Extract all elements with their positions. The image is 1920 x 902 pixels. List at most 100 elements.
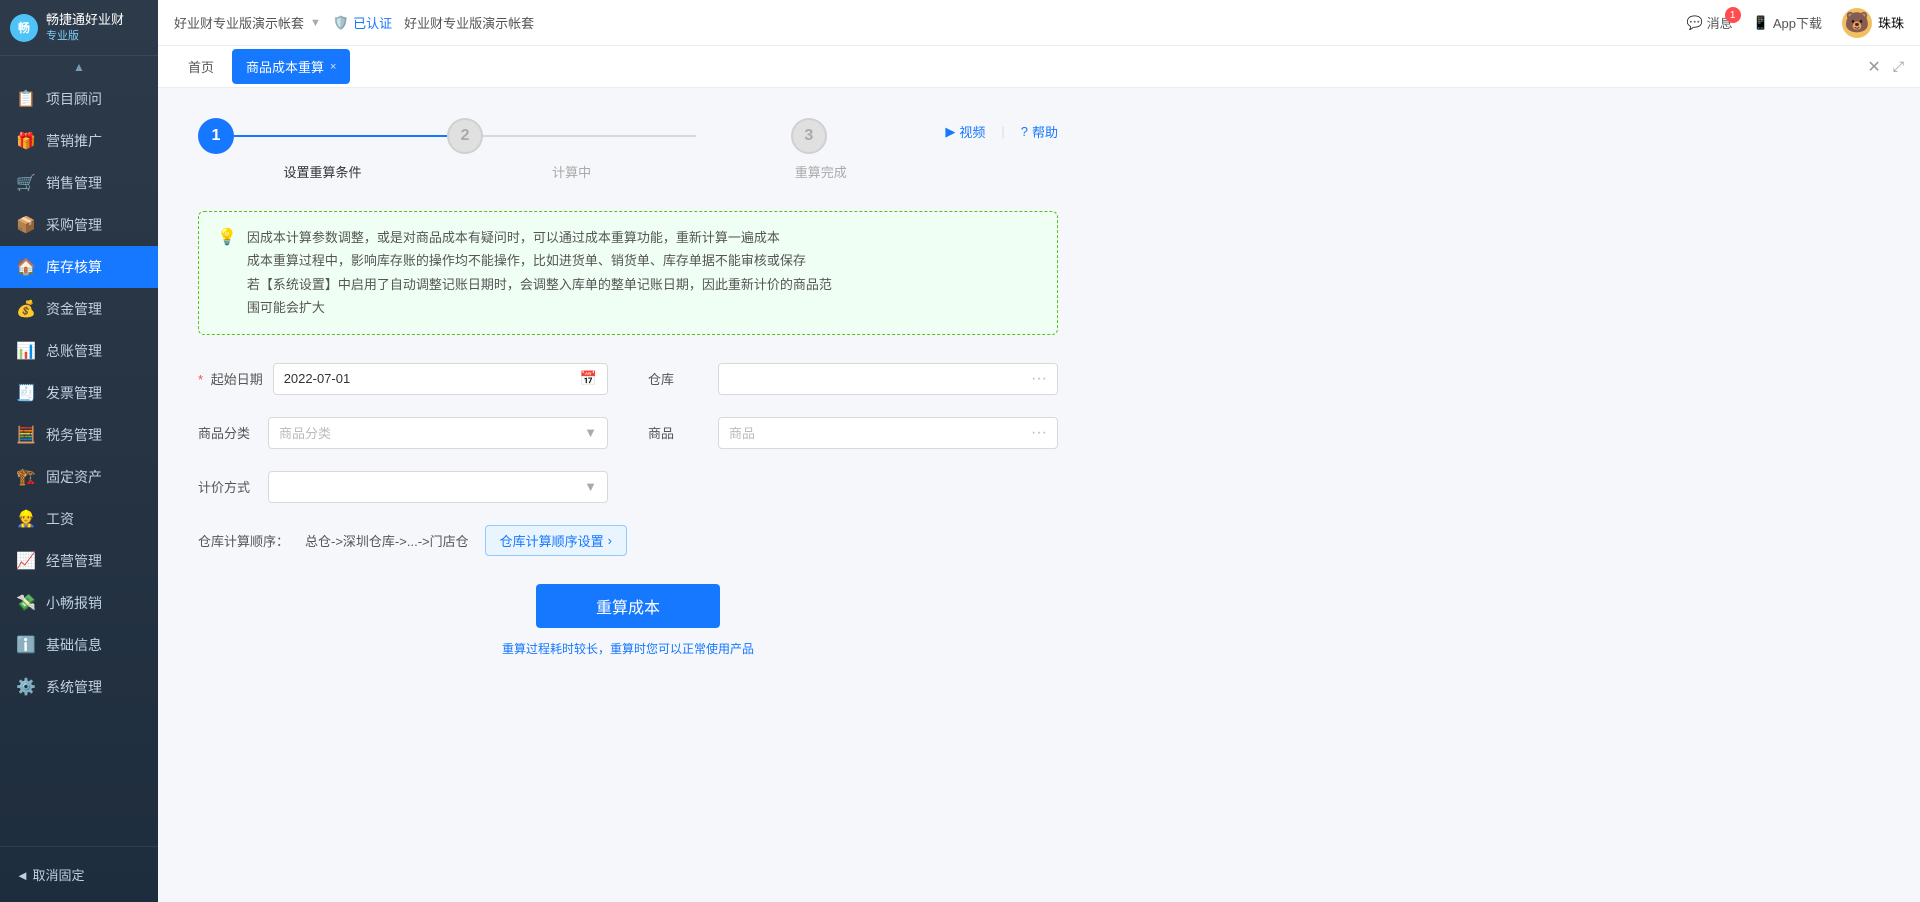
app-logo-text: 畅捷通好业财 专业版 <box>46 12 124 43</box>
finance-icon: 💰 <box>16 299 36 319</box>
notice-box: 💡 因成本计算参数调整，或是对商品成本有疑问时，可以通过成本重算功能，重新计算一… <box>198 211 1058 335</box>
verified-account-name: 好业财专业版演示帐套 <box>404 13 534 32</box>
app-logo-icon: 畅 <box>10 14 38 42</box>
notice-icon: 💡 <box>217 227 237 320</box>
step-2-circle: 2 <box>447 118 483 154</box>
step-3: 3 重算完成 <box>696 118 945 181</box>
price-method-label: 计价方式 <box>198 477 258 496</box>
price-method-chevron-icon: ▼ <box>584 479 597 494</box>
tab-close-icon[interactable]: × <box>330 61 336 73</box>
warehouse-order-settings-button[interactable]: 仓库计算顺序设置 › <box>485 525 627 556</box>
window-expand-button[interactable]: ⤢ <box>1893 58 1904 75</box>
start-date-field: * 起始日期 2022-07-01 📅 <box>198 363 608 395</box>
app-download-button[interactable]: 📱 App下载 <box>1753 13 1822 32</box>
warehouse-order-row: 仓库计算顺序： 总仓->深圳仓库->...->门店仓 仓库计算顺序设置 › <box>198 525 1058 556</box>
operations-icon: 📈 <box>16 551 36 571</box>
payroll-icon: 👷 <box>16 509 36 529</box>
sidebar-item-project[interactable]: 📋 项目顾问 <box>0 78 158 120</box>
play-icon: ▶ <box>945 124 955 140</box>
sales-icon: 🛒 <box>16 173 36 193</box>
warehouse-field: 仓库 ··· <box>648 363 1058 395</box>
step-1: 1 设置重算条件 <box>198 118 447 181</box>
product-label: 商品 <box>648 423 708 442</box>
product-field: 商品 商品 ··· <box>648 417 1058 449</box>
topbar-actions: 💬 消息 1 📱 App下载 🐻 珠珠 <box>1686 8 1904 38</box>
invoice-icon: 🧾 <box>16 383 36 403</box>
message-button[interactable]: 💬 消息 1 <box>1686 13 1732 32</box>
sidebar-item-purchase[interactable]: 📦 采购管理 <box>0 204 158 246</box>
content-area: 1 设置重算条件 2 计算中 3 <box>158 88 1920 902</box>
start-date-label: * 起始日期 <box>198 369 263 388</box>
tab-recalc[interactable]: 商品成本重算 × <box>232 49 350 84</box>
sidebar: 畅 畅捷通好业财 专业版 ▲ 📋 项目顾问 🎁 营销推广 🛒 销售管理 📦 采购… <box>0 0 158 902</box>
more-icon: ··· <box>1031 370 1047 388</box>
window-close-button[interactable]: ✕ <box>1859 57 1888 77</box>
start-date-input[interactable]: 2022-07-01 📅 <box>273 363 608 395</box>
category-field: 商品分类 商品分类 ▼ <box>198 417 608 449</box>
sidebar-item-payroll[interactable]: 👷 工资 <box>0 498 158 540</box>
help-link[interactable]: ? 帮助 <box>1021 122 1058 141</box>
user-menu[interactable]: 🐻 珠珠 <box>1842 8 1904 38</box>
recalc-area: 重算成本 重算过程耗时较长，重算时您可以正常使用产品 <box>198 584 1058 657</box>
tax-icon: 🧮 <box>16 425 36 445</box>
warehouse-label: 仓库 <box>648 369 708 388</box>
steps-container: 1 设置重算条件 2 计算中 3 <box>198 118 945 181</box>
project-icon: 📋 <box>16 89 36 109</box>
form-row-3: 计价方式 ▼ <box>198 471 1058 503</box>
sidebar-item-ledger[interactable]: 📊 总账管理 <box>0 330 158 372</box>
warehouse-input[interactable]: ··· <box>718 363 1058 395</box>
purchase-icon: 📦 <box>16 215 36 235</box>
sidebar-bottom: ◄ 取消固定 <box>0 846 158 902</box>
price-method-field: 计价方式 ▼ <box>198 471 608 503</box>
product-input[interactable]: 商品 ··· <box>718 417 1058 449</box>
marketing-icon: 🎁 <box>16 131 36 151</box>
verified-badge: 🛡️ 已认证 <box>333 13 392 32</box>
expense-icon: 💸 <box>16 593 36 613</box>
sidebar-item-inventory[interactable]: 🏠 库存核算 <box>0 246 158 288</box>
category-label: 商品分类 <box>198 423 258 442</box>
topbar: 好业财专业版演示帐套 ▼ 🛡️ 已认证 好业财专业版演示帐套 💬 消息 1 📱 … <box>158 0 1920 46</box>
sidebar-item-expense[interactable]: 💸 小畅报销 <box>0 582 158 624</box>
message-icon: 💬 <box>1686 15 1702 31</box>
calendar-icon: 📅 <box>580 370 597 387</box>
sidebar-item-operations[interactable]: 📈 经营管理 <box>0 540 158 582</box>
sidebar-item-assets[interactable]: 🏗️ 固定资产 <box>0 456 158 498</box>
sidebar-item-invoice[interactable]: 🧾 发票管理 <box>0 372 158 414</box>
tabbar: 首页 商品成本重算 × ✕ ⤢ <box>158 46 1920 88</box>
category-chevron-icon: ▼ <box>584 425 597 440</box>
required-mark: * <box>198 372 203 387</box>
category-select[interactable]: 商品分类 ▼ <box>268 417 608 449</box>
unpin-button[interactable]: ◄ 取消固定 <box>0 855 158 894</box>
sidebar-item-system[interactable]: ⚙️ 系统管理 <box>0 666 158 708</box>
basic-icon: ℹ️ <box>16 635 36 655</box>
sidebar-scroll-up[interactable]: ▲ <box>0 56 158 78</box>
ledger-icon: 📊 <box>16 341 36 361</box>
price-method-select[interactable]: ▼ <box>268 471 608 503</box>
account-selector[interactable]: 好业财专业版演示帐套 ▼ <box>174 13 321 32</box>
system-icon: ⚙️ <box>16 677 36 697</box>
video-link[interactable]: ▶ 视频 <box>945 122 985 141</box>
sidebar-item-finance[interactable]: 💰 资金管理 <box>0 288 158 330</box>
chevron-right-icon: › <box>608 533 612 548</box>
message-badge: 1 <box>1725 7 1741 23</box>
sidebar-item-tax[interactable]: 🧮 税务管理 <box>0 414 158 456</box>
tab-home[interactable]: 首页 <box>174 49 228 84</box>
product-more-icon: ··· <box>1031 424 1047 442</box>
account-chevron-icon: ▼ <box>310 17 321 29</box>
sidebar-item-marketing[interactable]: 🎁 营销推广 <box>0 120 158 162</box>
recalc-note: 重算过程耗时较长，重算时您可以正常使用产品 <box>198 640 1058 657</box>
recalc-button[interactable]: 重算成本 <box>536 584 720 628</box>
sidebar-logo: 畅 畅捷通好业财 专业版 <box>0 0 158 56</box>
sidebar-item-sales[interactable]: 🛒 销售管理 <box>0 162 158 204</box>
step-1-line <box>234 135 447 137</box>
main-area: 好业财专业版演示帐套 ▼ 🛡️ 已认证 好业财专业版演示帐套 💬 消息 1 📱 … <box>158 0 1920 902</box>
sidebar-item-basic[interactable]: ℹ️ 基础信息 <box>0 624 158 666</box>
step-1-label: 设置重算条件 <box>284 162 362 181</box>
step-2-line <box>483 135 696 137</box>
help-icon: ? <box>1021 124 1028 139</box>
assets-icon: 🏗️ <box>16 467 36 487</box>
notice-text: 因成本计算参数调整，或是对商品成本有疑问时，可以通过成本重算功能，重新计算一遍成… <box>247 226 832 320</box>
form-row-2: 商品分类 商品分类 ▼ 商品 商品 ··· <box>198 417 1058 449</box>
steps-actions: ▶ 视频 | ? 帮助 <box>945 118 1058 141</box>
step-1-circle: 1 <box>198 118 234 154</box>
